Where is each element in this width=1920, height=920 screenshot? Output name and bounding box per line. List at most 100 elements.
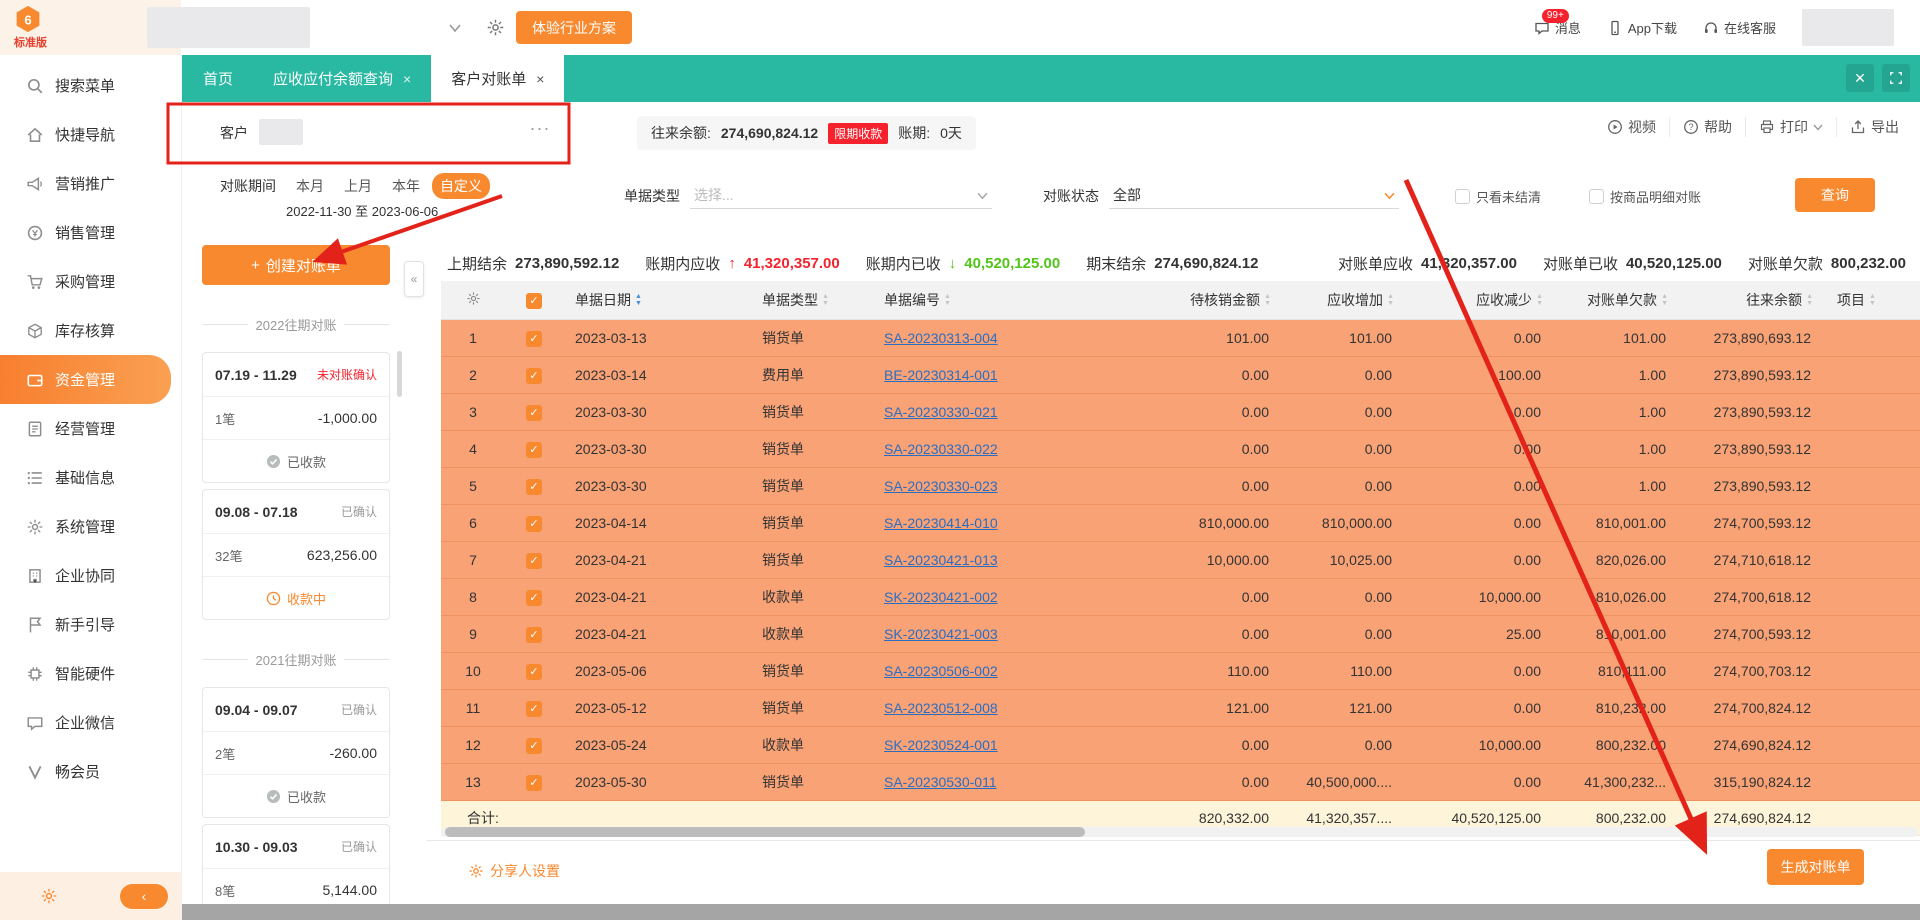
table-row[interactable]: 5 2023-03-30 销货单 SA-20230330-023 0.00 0.…	[441, 467, 1920, 505]
row-checkbox[interactable]	[526, 552, 542, 569]
table-row[interactable]: 2 2023-03-14 费用单 BE-20230314-001 0.00 0.…	[441, 356, 1920, 394]
redacted-customer-name[interactable]	[259, 119, 303, 145]
doc-number-link[interactable]: SA-20230512-008	[884, 700, 998, 716]
reconcile-card[interactable]: 09.04 - 09.07 已确认 2笔 -260.00 已收款	[202, 687, 390, 818]
print-button[interactable]: 打印	[1745, 117, 1836, 137]
period-option-本月[interactable]: 本月	[288, 173, 332, 199]
sidebar-item-新手引导[interactable]: 新手引导	[0, 600, 181, 649]
table-row[interactable]: 13 2023-05-30 销货单 SA-20230530-011 0.00 4…	[441, 763, 1920, 801]
table-row[interactable]: 12 2023-05-24 收款单 SK-20230524-001 0.00 0…	[441, 726, 1920, 764]
column-header-单据日期[interactable]: 单据日期 ▲ ▼	[563, 281, 750, 320]
sidebar-item-系统管理[interactable]: 系统管理	[0, 502, 181, 551]
doc-number-link[interactable]: SA-20230313-004	[884, 330, 998, 346]
video-button[interactable]: 视频	[1594, 117, 1669, 137]
row-checkbox[interactable]	[526, 441, 542, 458]
column-header-对账单欠款[interactable]: 对账单欠款 ▲ ▼	[1555, 281, 1680, 320]
row-checkbox[interactable]	[526, 774, 542, 791]
customer-more-button[interactable]: ...	[530, 114, 551, 135]
row-checkbox[interactable]	[526, 737, 542, 754]
row-checkbox[interactable]	[526, 663, 542, 680]
table-row[interactable]: 7 2023-04-21 销货单 SA-20230421-013 10,000.…	[441, 541, 1920, 579]
checkbox-icon[interactable]	[1589, 189, 1604, 204]
app-download-button[interactable]: App下载	[1607, 18, 1677, 37]
doc-number-link[interactable]: SA-20230330-023	[884, 478, 998, 494]
fullscreen-icon[interactable]	[1882, 64, 1910, 92]
table-row[interactable]: 11 2023-05-12 销货单 SA-20230512-008 121.00…	[441, 689, 1920, 727]
period-option-本年[interactable]: 本年	[384, 173, 428, 199]
only-unsettled-checkbox[interactable]: 只看未结清	[1455, 187, 1541, 206]
period-option-上月[interactable]: 上月	[336, 173, 380, 199]
search-button[interactable]: 查询	[1795, 178, 1875, 212]
column-header-单据编号[interactable]: 单据编号 ▲ ▼	[872, 281, 1157, 320]
create-statement-button[interactable]: + 创建对账单	[202, 245, 390, 285]
table-row[interactable]: 4 2023-03-30 销货单 SA-20230330-022 0.00 0.…	[441, 430, 1920, 468]
sidebar-item-基础信息[interactable]: 基础信息	[0, 453, 181, 502]
select-all-checkbox[interactable]	[526, 292, 542, 309]
sidebar-item-智能硬件[interactable]: 智能硬件	[0, 649, 181, 698]
chevron-down-icon[interactable]	[448, 22, 462, 34]
row-checkbox[interactable]	[526, 404, 542, 421]
sidebar-item-营销推广[interactable]: 营销推广	[0, 159, 181, 208]
column-header-应收减少[interactable]: 应收减少 ▲ ▼	[1406, 281, 1555, 320]
sidebar-item-销售管理[interactable]: 销售管理	[0, 208, 181, 257]
row-checkbox[interactable]	[526, 478, 542, 495]
doc-number-link[interactable]: SA-20230530-011	[884, 774, 997, 790]
doc-number-link[interactable]: SA-20230330-022	[884, 441, 998, 457]
export-button[interactable]: 导出	[1836, 117, 1912, 137]
sidebar-item-企业协同[interactable]: 企业协同	[0, 551, 181, 600]
column-header-单据类型[interactable]: 单据类型 ▲ ▼	[750, 281, 872, 320]
tab-客户对账单[interactable]: 客户对账单 ×	[431, 55, 565, 102]
table-row[interactable]: 3 2023-03-30 销货单 SA-20230330-021 0.00 0.…	[441, 393, 1920, 431]
table-row[interactable]: 6 2023-04-14 销货单 SA-20230414-010 810,000…	[441, 504, 1920, 542]
messages-button[interactable]: 99+ 消息	[1534, 9, 1581, 37]
table-settings-gear-icon[interactable]	[466, 291, 481, 306]
tab-应收应付余额查询[interactable]: 应收应付余额查询 ×	[253, 55, 431, 102]
row-checkbox[interactable]	[526, 515, 542, 532]
reconcile-card[interactable]: 10.30 - 09.03 已确认 8笔 5,144.00	[202, 824, 390, 904]
date-range-value[interactable]: 2022-11-30 至 2023-06-06	[286, 201, 490, 220]
tab-close-icon[interactable]: ×	[536, 71, 544, 87]
column-header-待核销金额[interactable]: 待核销金额 ▲ ▼	[1157, 281, 1283, 320]
doc-number-link[interactable]: SK-20230421-003	[884, 626, 998, 642]
doc-number-link[interactable]: SK-20230421-002	[884, 589, 998, 605]
row-checkbox[interactable]	[526, 589, 542, 606]
panel-scrollbar-thumb[interactable]	[397, 351, 402, 397]
reconcile-card[interactable]: 07.19 - 11.29 未对账确认 1笔 -1,000.00 已收款	[202, 352, 390, 483]
sidebar-item-资金管理[interactable]: 资金管理	[0, 355, 171, 404]
horizontal-scrollbar[interactable]	[441, 827, 1918, 837]
doc-number-link[interactable]: BE-20230314-001	[884, 367, 998, 383]
table-row[interactable]: 10 2023-05-06 销货单 SA-20230506-002 110.00…	[441, 652, 1920, 690]
table-settings-column[interactable]	[441, 281, 505, 320]
row-checkbox[interactable]	[526, 626, 542, 643]
sidebar-item-企业微信[interactable]: 企业微信	[0, 698, 181, 747]
doc-number-link[interactable]: SA-20230421-013	[884, 552, 998, 568]
reconcile-card[interactable]: 09.08 - 07.18 已确认 32笔 623,256.00 收款中	[202, 489, 390, 620]
sidebar-item-库存核算[interactable]: 库存核算	[0, 306, 181, 355]
table-row[interactable]: 9 2023-04-21 收款单 SK-20230421-003 0.00 0.…	[441, 615, 1920, 653]
column-header-应收增加[interactable]: 应收增加 ▲ ▼	[1283, 281, 1406, 320]
close-all-tabs-icon[interactable]: ✕	[1846, 64, 1874, 92]
settings-gear-icon[interactable]	[486, 18, 505, 37]
sidebar-settings-gear-icon[interactable]	[40, 887, 58, 905]
share-settings-button[interactable]: 分享人设置	[468, 861, 560, 881]
online-service-button[interactable]: 在线客服	[1703, 18, 1776, 37]
doc-number-link[interactable]: SK-20230524-001	[884, 737, 998, 753]
sidebar-item-搜索菜单[interactable]: 搜索菜单	[0, 61, 181, 110]
status-select[interactable]: 全部	[1109, 182, 1399, 209]
experience-plan-button[interactable]: 体验行业方案	[516, 11, 632, 44]
doc-number-link[interactable]: SA-20230506-002	[884, 663, 998, 679]
sidebar-item-畅会员[interactable]: 畅会员	[0, 747, 181, 796]
doc-type-select[interactable]: 选择...	[690, 182, 992, 209]
table-row[interactable]: 8 2023-04-21 收款单 SK-20230421-002 0.00 0.…	[441, 578, 1920, 616]
column-header-项目[interactable]: 项目 ▲ ▼	[1825, 281, 1920, 320]
sidebar-item-经营管理[interactable]: 经营管理	[0, 404, 181, 453]
row-checkbox[interactable]	[526, 367, 542, 384]
table-row[interactable]: 1 2023-03-13 销货单 SA-20230313-004 101.00 …	[441, 319, 1920, 357]
tab-close-icon[interactable]: ×	[403, 71, 411, 87]
doc-number-link[interactable]: SA-20230330-021	[884, 404, 998, 420]
column-header-往来余额[interactable]: 往来余额 ▲ ▼	[1680, 281, 1825, 320]
row-checkbox[interactable]	[526, 700, 542, 717]
sidebar-item-快捷导航[interactable]: 快捷导航	[0, 110, 181, 159]
row-checkbox[interactable]	[526, 330, 542, 347]
doc-number-link[interactable]: SA-20230414-010	[884, 515, 998, 531]
